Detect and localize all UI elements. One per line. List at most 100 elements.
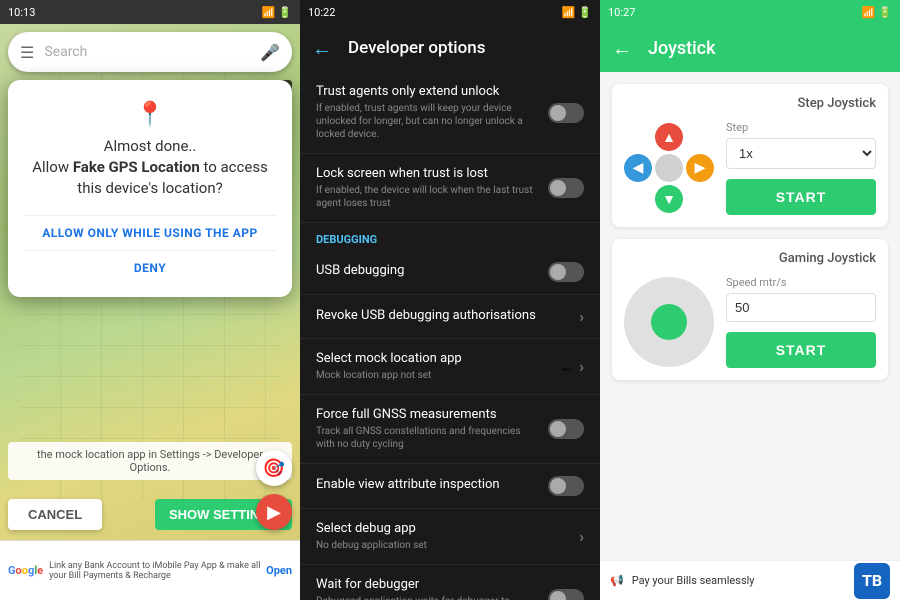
joystick-circle[interactable] [624, 277, 714, 367]
step-joystick-body: ▲ ◀ ▶ ▼ Step 1x 2x 5x 10x START [624, 121, 876, 215]
map-controls: 🎯 ▶ [256, 450, 292, 530]
joystick-knob [651, 304, 687, 340]
usb-debugging-item: USB debugging [300, 250, 600, 295]
bottom-buttons: CANCEL SHOW SETTINGS [8, 499, 292, 530]
gps-button[interactable]: 🎯 [256, 450, 292, 486]
status-bar-1: 10:13 📶 🔋 [0, 0, 300, 24]
status-bar-3: 10:27 📶 🔋 [600, 0, 900, 24]
techbloat-logo: TB [854, 563, 890, 599]
time-2: 10:22 [308, 6, 335, 19]
allow-button[interactable]: ALLOW ONLY WHILE USING THE APP [24, 215, 276, 250]
view-attr-item: Enable view attribute inspection [300, 464, 600, 509]
view-attr-toggle[interactable] [548, 476, 584, 496]
mock-location-chevron: › [579, 357, 584, 376]
mock-location-item[interactable]: Select mock location app Mock location a… [300, 339, 600, 395]
debug-app-item[interactable]: Select debug app No debug application se… [300, 509, 600, 565]
lock-screen-title: Lock screen when trust is lost [316, 166, 540, 181]
status-icons-1: 📶 🔋 [262, 6, 292, 19]
hint-text: the mock location app in Settings -> Dev… [8, 442, 292, 480]
step-start-button[interactable]: START [726, 179, 876, 215]
dpad-right-button[interactable]: ▶ [686, 154, 714, 182]
trust-agents-toggle[interactable] [548, 103, 584, 123]
joystick-header: ← Joystick [600, 24, 900, 72]
dpad: ▲ ◀ ▶ ▼ [624, 123, 714, 213]
bottom-bar-1: Google Link any Bank Account to iMobile … [0, 540, 300, 600]
open-link[interactable]: Open [266, 564, 292, 577]
gaming-joystick-card: Gaming Joystick Speed mtr/s START [612, 239, 888, 380]
wait-debugger-desc: Debugged application waits for debugger … [316, 595, 540, 600]
wait-debugger-toggle[interactable] [548, 589, 584, 600]
gaming-controls: Speed mtr/s START [726, 276, 876, 368]
dev-options-list: Trust agents only extend unlock If enabl… [300, 72, 600, 600]
gnss-title: Force full GNSS measurements [316, 407, 540, 422]
joystick-title: Joystick [648, 38, 716, 59]
dev-options-title: Developer options [348, 38, 485, 58]
debug-app-desc: No debug application set [316, 539, 571, 552]
back-arrow-3-icon[interactable]: ← [612, 36, 632, 61]
lock-screen-desc: If enabled, the device will lock when th… [316, 184, 540, 210]
play-button[interactable]: ▶ [256, 494, 292, 530]
gnss-toggle[interactable] [548, 419, 584, 439]
usb-debugging-toggle[interactable] [548, 262, 584, 282]
bottom-banner: 📢 Pay your Bills seamlessly TB [600, 560, 900, 600]
search-text: Search [44, 44, 260, 60]
view-attr-title: Enable view attribute inspection [316, 477, 540, 492]
revoke-usb-title: Revoke USB debugging authorisations [316, 308, 571, 323]
arrow-left-icon: ← [559, 357, 575, 377]
dialog-title-normal: Allow [32, 158, 73, 176]
gaming-start-button[interactable]: START [726, 332, 876, 368]
techbloat-label: TB [862, 571, 882, 590]
step-select[interactable]: 1x 2x 5x 10x [726, 138, 876, 169]
speed-input[interactable] [726, 293, 876, 322]
dialog-title-bold: Fake GPS Location [73, 158, 200, 176]
dpad-up-button[interactable]: ▲ [655, 123, 683, 151]
wait-debugger-item: Wait for debugger Debugged application w… [300, 565, 600, 600]
time-3: 10:27 [608, 6, 635, 19]
status-bar-2: 10:22 📶 🔋 [300, 0, 600, 24]
bottom-ad-text: Link any Bank Account to iMobile Pay App… [49, 561, 262, 581]
dpad-down-button[interactable]: ▼ [655, 185, 683, 213]
trust-agents-item: Trust agents only extend unlock If enabl… [300, 72, 600, 154]
banner-text: Pay your Bills seamlessly [632, 574, 846, 587]
revoke-usb-chevron: › [579, 307, 584, 326]
step-controls: Step 1x 2x 5x 10x START [726, 121, 876, 215]
lock-screen-item: Lock screen when trust is lost If enable… [300, 154, 600, 223]
status-icons-2: 📶 🔋 [562, 6, 592, 19]
joystick-content: Step Joystick ▲ ◀ ▶ ▼ Step 1x 2x 5x 10x [600, 72, 900, 560]
panel-developer-options: 10:22 📶 🔋 ← Developer options Trust agen… [300, 0, 600, 600]
mock-location-title: Select mock location app [316, 351, 559, 366]
trust-agents-title: Trust agents only extend unlock [316, 84, 540, 99]
dialog-title: Almost done.. Allow Fake GPS Location to… [24, 136, 276, 199]
debug-app-chevron: › [579, 527, 584, 546]
gaming-joystick-title: Gaming Joystick [624, 251, 876, 266]
back-arrow-icon[interactable]: ← [312, 36, 332, 61]
step-label: Step [726, 121, 876, 134]
wait-debugger-title: Wait for debugger [316, 577, 540, 592]
speed-label: Speed mtr/s [726, 276, 876, 289]
mock-location-desc: Mock location app not set [316, 369, 559, 382]
panel-joystick: 10:27 📶 🔋 ← Joystick Step Joystick ▲ ◀ ▶… [600, 0, 900, 600]
revoke-usb-item[interactable]: Revoke USB debugging authorisations › [300, 295, 600, 339]
time-1: 10:13 [8, 6, 35, 19]
dev-options-header: ← Developer options [300, 24, 600, 72]
search-bar[interactable]: ☰ Search 🎤 [8, 32, 292, 72]
location-pin-icon: 📍 [24, 100, 276, 128]
hamburger-icon[interactable]: ☰ [20, 43, 34, 62]
step-joystick-card: Step Joystick ▲ ◀ ▶ ▼ Step 1x 2x 5x 10x [612, 84, 888, 227]
dpad-left-button[interactable]: ◀ [624, 154, 652, 182]
gnss-desc: Track all GNSS constellations and freque… [316, 425, 540, 451]
usb-debugging-title: USB debugging [316, 263, 540, 278]
gaming-joystick-body: Speed mtr/s START [624, 276, 876, 368]
google-logo: Google [8, 564, 43, 577]
lock-screen-toggle[interactable] [548, 178, 584, 198]
status-icons-3: 📶 🔋 [862, 6, 892, 19]
panel-maps: 10:13 📶 🔋 ☰ Search 🎤 Latitude: 0.0 Longi… [0, 0, 300, 600]
deny-button[interactable]: DENY [24, 250, 276, 285]
debugging-section-label: DEBUGGING [300, 223, 600, 250]
cancel-button[interactable]: CANCEL [8, 499, 102, 530]
gnss-item: Force full GNSS measurements Track all G… [300, 395, 600, 464]
ad-icon: 📢 [610, 574, 624, 587]
permission-dialog: 📍 Almost done.. Allow Fake GPS Location … [8, 80, 292, 297]
debug-app-title: Select debug app [316, 521, 571, 536]
mic-icon[interactable]: 🎤 [260, 43, 280, 62]
